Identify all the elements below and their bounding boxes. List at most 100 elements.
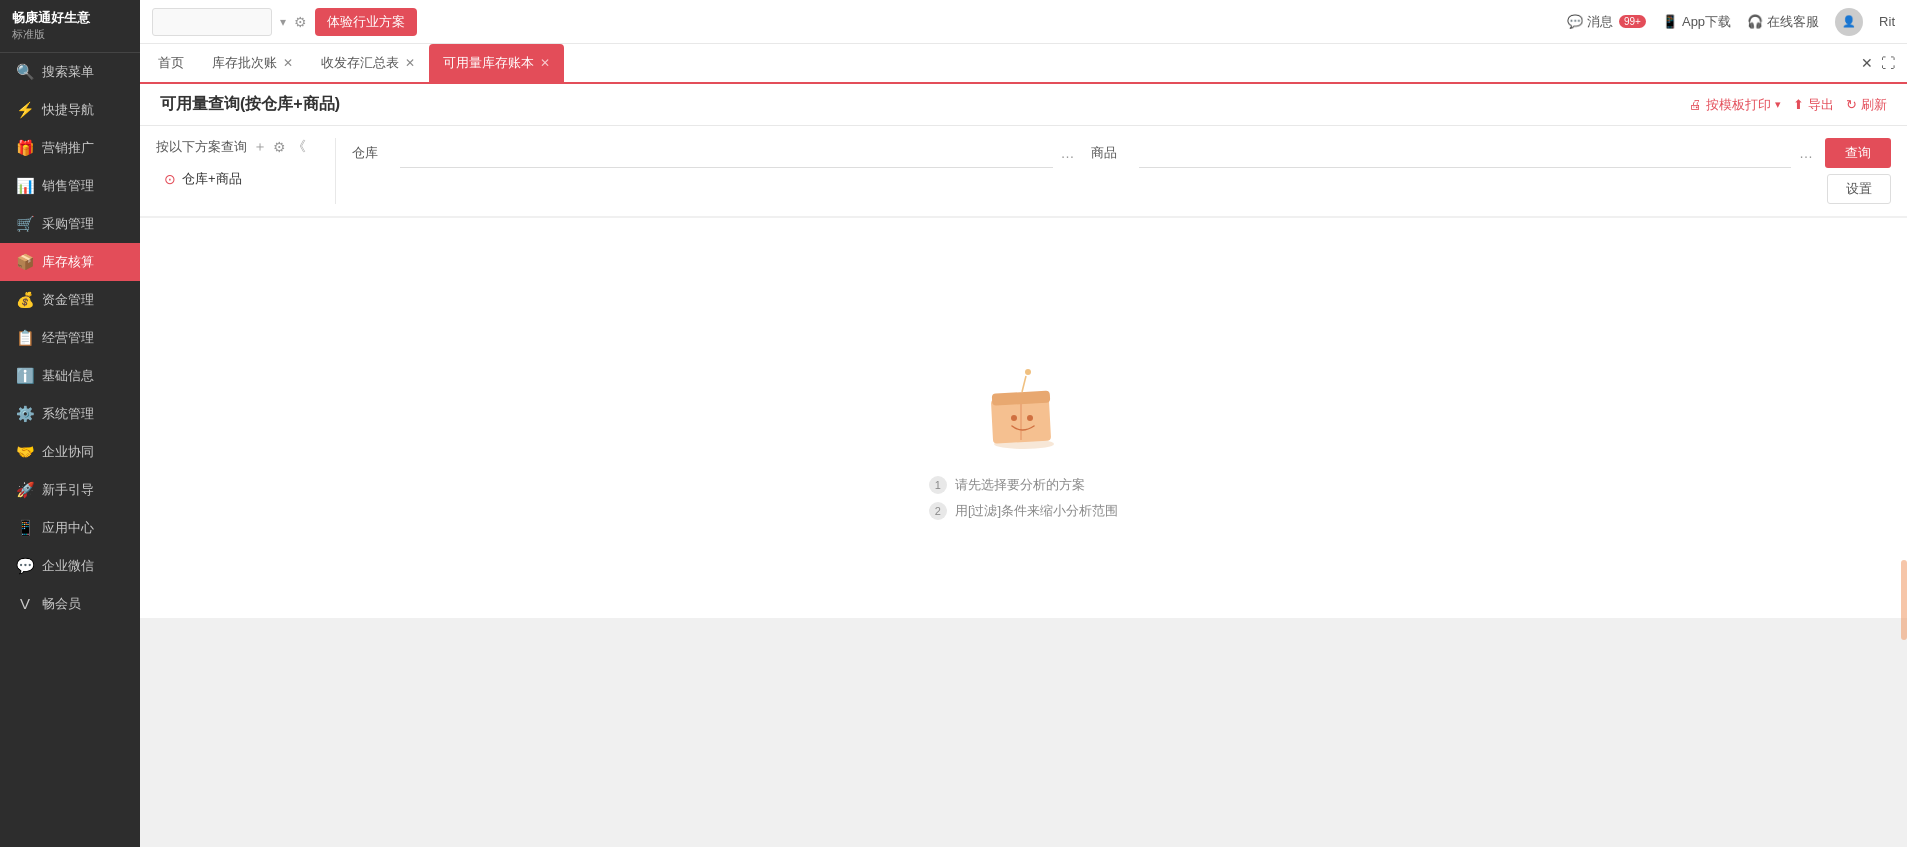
app-icon: 📱 xyxy=(1662,14,1678,29)
username[interactable]: Rit xyxy=(1879,14,1895,29)
sidebar-item-operation[interactable]: 📋经营管理 xyxy=(0,319,140,357)
filter-warehouse-field: 仓库 … xyxy=(352,138,1075,168)
tab-batch-close-icon[interactable]: ✕ xyxy=(283,56,293,70)
tab-batch[interactable]: 库存批次账 ✕ xyxy=(198,44,307,84)
service-button[interactable]: 🎧 在线客服 xyxy=(1747,13,1819,31)
topbar-right: 💬 消息 99+ 📱 App下载 🎧 在线客服 👤 Rit xyxy=(1567,8,1895,36)
empty-state: 1 请先选择要分析的方案 2 用[过滤]条件来缩小分析范围 xyxy=(140,218,1907,618)
sidebar-icon-finance: 💰 xyxy=(16,291,34,309)
print-label: 按模板打印 xyxy=(1706,96,1771,114)
brand-version: 标准版 xyxy=(12,27,128,42)
hint-num-1: 1 xyxy=(929,476,947,494)
sidebar-item-finance[interactable]: 💰资金管理 xyxy=(0,281,140,319)
add-scheme-icon[interactable]: ＋ xyxy=(253,138,267,156)
svg-point-5 xyxy=(1027,415,1033,421)
product-input[interactable] xyxy=(1139,138,1792,168)
window-close-icon[interactable]: ✕ xyxy=(1861,55,1873,71)
sidebar-label-marketing: 营销推广 xyxy=(42,139,94,157)
service-label: 在线客服 xyxy=(1767,13,1819,31)
scheme-item[interactable]: ⊙ 仓库+商品 xyxy=(156,164,323,194)
svg-line-6 xyxy=(1022,376,1026,392)
settings-scheme-icon[interactable]: ⚙ xyxy=(273,139,286,155)
export-btn[interactable]: ⬆ 导出 xyxy=(1793,96,1834,114)
topbar-gear-icon[interactable]: ⚙ xyxy=(294,14,307,30)
scroll-handle[interactable] xyxy=(1901,560,1907,640)
avatar[interactable]: 👤 xyxy=(1835,8,1863,36)
sidebar-label-guide: 新手引导 xyxy=(42,481,94,499)
empty-illustration xyxy=(974,356,1074,456)
app-label: App下载 xyxy=(1682,13,1731,31)
app-download-button[interactable]: 📱 App下载 xyxy=(1662,13,1731,31)
sidebar-item-sales[interactable]: 📊销售管理 xyxy=(0,167,140,205)
sidebar-item-member[interactable]: V畅会员 xyxy=(0,585,140,623)
page-title: 可用量查询(按仓库+商品) xyxy=(160,94,340,115)
page-header: 可用量查询(按仓库+商品) 🖨 按模板打印 ▾ ⬆ 导出 ↻ 刷新 xyxy=(140,84,1907,126)
sidebar-icon-sales: 📊 xyxy=(16,177,34,195)
sidebar-item-guide[interactable]: 🚀新手引导 xyxy=(0,471,140,509)
tab-home[interactable]: 首页 xyxy=(144,44,198,84)
window-maximize-icon[interactable]: ⛶ xyxy=(1881,55,1895,71)
topbar: ▾ ⚙ 体验行业方案 💬 消息 99+ 📱 App下载 🎧 在线客服 👤 Rit xyxy=(140,0,1907,44)
filter-fields: 仓库 … 商品 … xyxy=(336,138,1813,204)
sidebar-item-purchase[interactable]: 🛒 采购管理 xyxy=(0,205,140,243)
tab-batch-label: 库存批次账 xyxy=(212,54,277,72)
refresh-btn[interactable]: ↻ 刷新 xyxy=(1846,96,1887,114)
filter-scheme-panel: 按以下方案查询 ＋ ⚙ 《 ⊙ 仓库+商品 xyxy=(156,138,336,204)
sidebar-item-shortcut[interactable]: ⚡快捷导航 xyxy=(0,91,140,129)
sidebar-icon-shortcut: ⚡ xyxy=(16,101,34,119)
settings-button[interactable]: 设置 xyxy=(1827,174,1891,204)
tab-summary-close-icon[interactable]: ✕ xyxy=(405,56,415,70)
empty-box-svg xyxy=(974,356,1074,456)
msg-button[interactable]: 💬 消息 99+ xyxy=(1567,13,1646,31)
query-button[interactable]: 查询 xyxy=(1825,138,1891,168)
scheme-item-icon: ⊙ xyxy=(164,171,176,187)
tab-summary[interactable]: 收发存汇总表 ✕ xyxy=(307,44,429,84)
sidebar-item-search[interactable]: 🔍搜索菜单 xyxy=(0,53,140,91)
sidebar-icon-wechat: 💬 xyxy=(16,557,34,575)
print-icon: 🖨 xyxy=(1689,97,1702,112)
sidebar-label-search: 搜索菜单 xyxy=(42,63,94,81)
sidebar-icon-marketing: 🎁 xyxy=(16,139,34,157)
sidebar: 畅康通好生意 标准版 🔍搜索菜单⚡快捷导航 🎁 营销推广 📊销售管理 🛒 采购管理 📦库存核… xyxy=(0,0,140,847)
sidebar-label-cooperation: 企业协同 xyxy=(42,443,94,461)
sidebar-label-purchase: 采购管理 xyxy=(42,215,94,233)
sidebar-nav: 🔍搜索菜单⚡快捷导航 🎁 营销推广 📊销售管理 🛒 采购管理 📦库存核算💰资金管理📋经营管理… xyxy=(0,53,140,847)
filter-product-field: 商品 … xyxy=(1091,138,1814,168)
sidebar-icon-cooperation: 🤝 xyxy=(16,443,34,461)
tab-available-close-icon[interactable]: ✕ xyxy=(540,56,550,70)
filter-area: 按以下方案查询 ＋ ⚙ 《 ⊙ 仓库+商品 仓库 … xyxy=(140,126,1907,216)
print-chevron-icon: ▾ xyxy=(1775,98,1781,111)
tab-available[interactable]: 可用量库存账本 ✕ xyxy=(429,44,564,84)
warehouse-input[interactable] xyxy=(400,138,1053,168)
collapse-scheme-icon[interactable]: 《 xyxy=(292,138,306,156)
print-btn[interactable]: 🖨 按模板打印 ▾ xyxy=(1689,96,1781,114)
sidebar-item-cooperation[interactable]: 🤝 企业协同 xyxy=(0,433,140,471)
warehouse-more-icon[interactable]: … xyxy=(1061,145,1075,161)
sidebar-label-inventory: 库存核算 xyxy=(42,253,94,271)
sidebar-icon-purchase: 🛒 xyxy=(16,215,34,233)
main-content: ▾ ⚙ 体验行业方案 💬 消息 99+ 📱 App下载 🎧 在线客服 👤 Rit… xyxy=(140,0,1907,847)
svg-point-4 xyxy=(1011,415,1017,421)
sidebar-item-system[interactable]: ⚙️系统管理 xyxy=(0,395,140,433)
sidebar-label-member: 畅会员 xyxy=(42,595,81,613)
topbar-chevron-icon[interactable]: ▾ xyxy=(280,15,286,29)
industry-btn[interactable]: 体验行业方案 xyxy=(315,8,417,36)
sidebar-header: 畅康通好生意 标准版 xyxy=(0,0,140,53)
sidebar-item-apps[interactable]: 📱应用中心 xyxy=(0,509,140,547)
sidebar-item-wechat[interactable]: 💬企业微信 xyxy=(0,547,140,585)
sidebar-item-inventory[interactable]: 📦库存核算 xyxy=(0,243,140,281)
filter-row-1: 仓库 … 商品 … xyxy=(352,138,1813,168)
topbar-search-input[interactable] xyxy=(152,8,272,36)
sidebar-item-basic[interactable]: ℹ️基础信息 xyxy=(0,357,140,395)
headset-icon: 🎧 xyxy=(1747,14,1763,29)
sidebar-label-system: 系统管理 xyxy=(42,405,94,423)
product-more-icon[interactable]: … xyxy=(1799,145,1813,161)
export-icon: ⬆ xyxy=(1793,97,1804,112)
empty-hint-2: 2 用[过滤]条件来缩小分析范围 xyxy=(929,502,1118,520)
scheme-item-label: 仓库+商品 xyxy=(182,170,242,188)
refresh-label: 刷新 xyxy=(1861,96,1887,114)
sidebar-label-apps: 应用中心 xyxy=(42,519,94,537)
svg-point-7 xyxy=(1025,369,1031,375)
sidebar-item-marketing[interactable]: 🎁 营销推广 xyxy=(0,129,140,167)
filter-scheme-header: 按以下方案查询 ＋ ⚙ 《 xyxy=(156,138,323,156)
